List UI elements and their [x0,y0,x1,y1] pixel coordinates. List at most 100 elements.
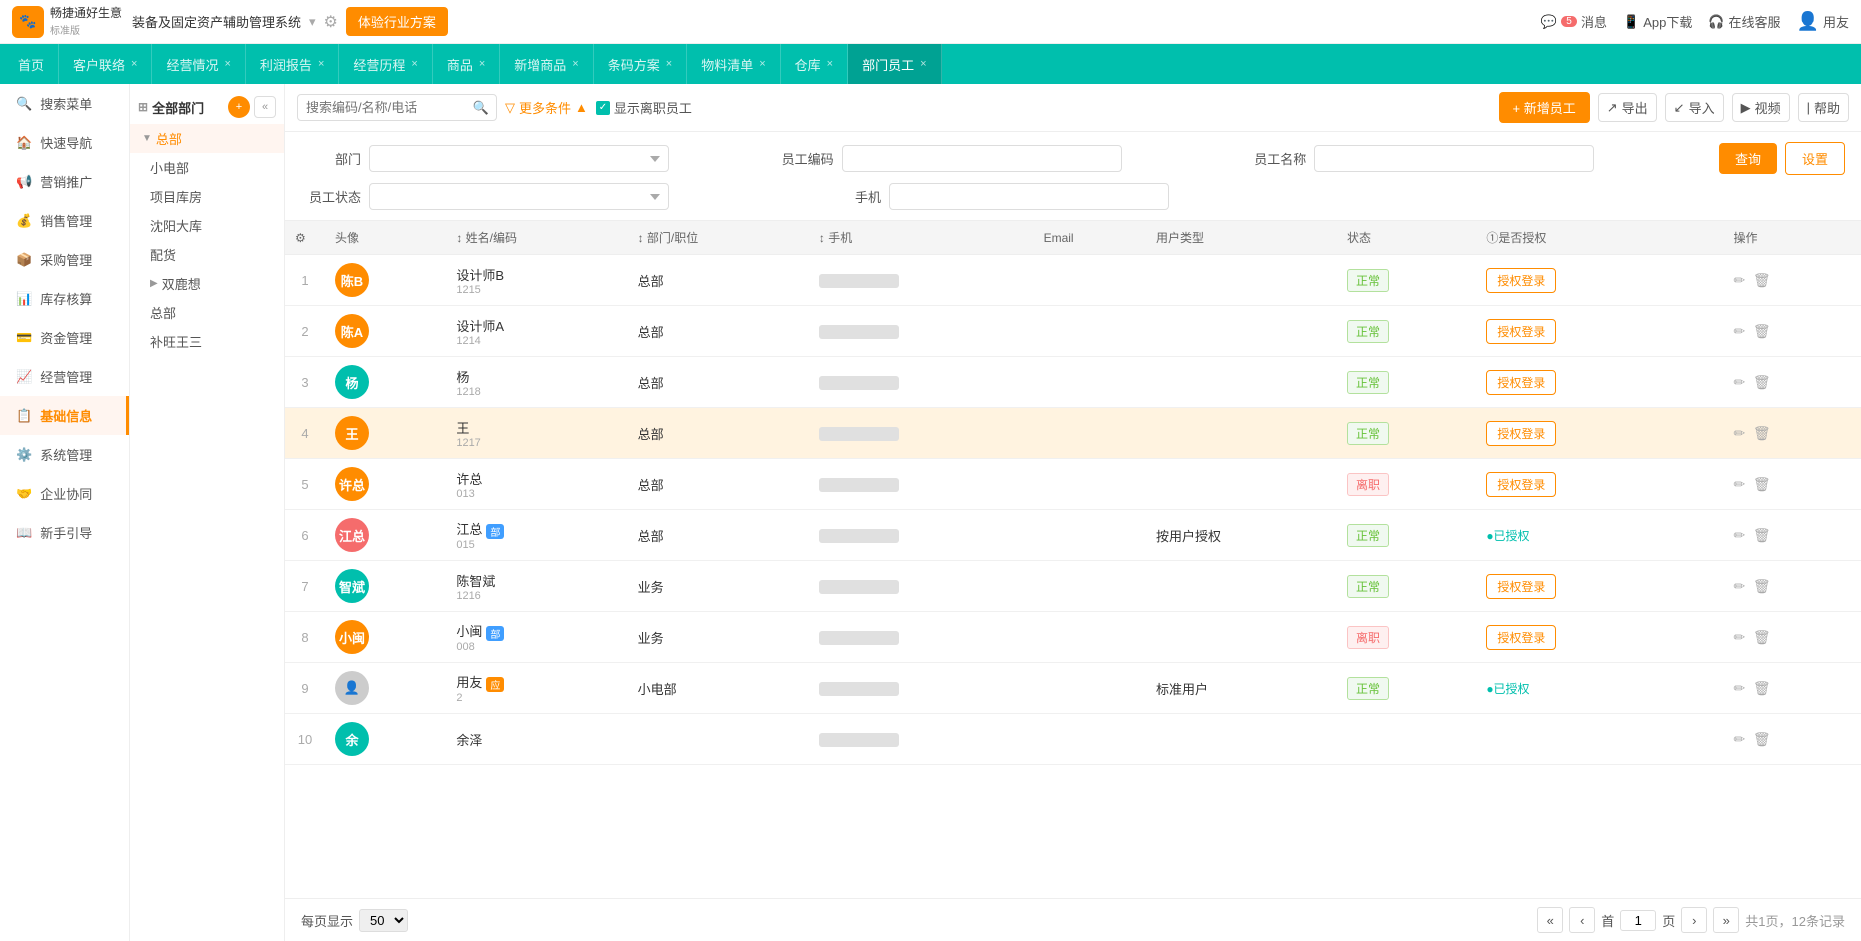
tab-operations[interactable]: 经营情况 × [152,44,245,84]
status-select[interactable] [369,183,669,210]
sidebar-item-basic[interactable]: 📋 基础信息 [0,396,129,435]
auth-button[interactable]: 授权登录 [1486,319,1556,344]
empname-input[interactable] [1314,145,1594,172]
page-size-select[interactable]: 50 [359,909,408,932]
view-btn[interactable]: ▶ 视频 [1732,93,1790,122]
user-item[interactable]: 👤 用友 [1797,11,1849,32]
message-item[interactable]: 💬 5 消息 [1541,12,1607,31]
app-download-item[interactable]: 📱 App下载 [1623,12,1692,31]
dept-node-peihuo[interactable]: 配货 [130,240,284,269]
next-page-btn[interactable]: › [1681,907,1707,933]
search-submit-icon[interactable]: 🔍 [473,100,489,116]
auth-button[interactable]: 授权登录 [1486,421,1556,446]
dropdown-icon[interactable]: ▾ [309,14,316,30]
tab-close-bom[interactable]: × [759,58,765,70]
dept-node-hq-expand[interactable]: ▼ 总部 [130,124,284,153]
edit-btn[interactable]: ✏ [1734,323,1746,339]
delete-btn[interactable]: 🗑 [1753,578,1771,594]
auth-button[interactable]: 授权登录 [1486,574,1556,599]
edit-btn[interactable]: ✏ [1734,731,1746,747]
sidebar-item-system[interactable]: ⚙️ 系统管理 [0,435,129,474]
sidebar-item-sales[interactable]: 💰 销售管理 [0,201,129,240]
page-input[interactable] [1620,910,1656,931]
tab-home[interactable]: 首页 [4,44,59,84]
dept-node-shuanglu[interactable]: ▶ 双鹿想 [130,269,284,298]
tab-add-goods[interactable]: 新增商品 × [500,44,593,84]
search-input[interactable] [297,94,497,121]
edit-btn[interactable]: ✏ [1734,527,1746,543]
delete-btn[interactable]: 🗑 [1753,272,1771,288]
tab-warehouse[interactable]: 仓库 × [781,44,848,84]
trial-button[interactable]: 体验行业方案 [346,7,448,36]
sidebar-item-purchase[interactable]: 📦 采购管理 [0,240,129,279]
dept-node-project[interactable]: 项目库房 [130,182,284,211]
dept-select[interactable] [369,145,669,172]
tab-close-barcode[interactable]: × [666,58,672,70]
sidebar-item-marketing[interactable]: 📢 营销推广 [0,162,129,201]
query-btn[interactable]: 查询 [1719,143,1777,174]
edit-btn[interactable]: ✏ [1734,680,1746,696]
tab-barcode[interactable]: 条码方案 × [594,44,687,84]
export-btn[interactable]: ↗ 导出 [1598,93,1657,122]
tab-bom[interactable]: 物料清单 × [687,44,780,84]
sidebar-item-inventory[interactable]: 📊 库存核算 [0,279,129,318]
delete-btn[interactable]: 🗑 [1753,425,1771,441]
edit-btn[interactable]: ✏ [1734,425,1746,441]
auth-button[interactable]: 授权登录 [1486,472,1556,497]
import-btn[interactable]: ↙ 导入 [1665,93,1724,122]
first-page-btn[interactable]: « [1537,907,1563,933]
sidebar-item-ops[interactable]: 📈 经营管理 [0,357,129,396]
delete-btn[interactable]: 🗑 [1753,476,1771,492]
delete-btn[interactable]: 🗑 [1753,323,1771,339]
tab-close-warehouse[interactable]: × [827,58,833,70]
delete-btn[interactable]: 🗑 [1753,629,1771,645]
th-phone[interactable]: ↕ 手机 [809,221,1034,255]
set-btn[interactable]: 设置 [1785,142,1845,175]
th-settings[interactable]: ⚙ [285,221,325,255]
dept-node-buwangsan[interactable]: 补旺王三 [130,327,284,356]
delete-btn[interactable]: 🗑 [1753,731,1771,747]
auth-button[interactable]: 授权登录 [1486,370,1556,395]
tab-close-profit[interactable]: × [318,58,324,70]
edit-btn[interactable]: ✏ [1734,629,1746,645]
dept-node-shenyang[interactable]: 沈阳大库 [130,211,284,240]
dept-collapse-btn[interactable]: « [254,96,276,118]
tab-department[interactable]: 部门员工 × [848,44,941,84]
sidebar-item-enterprise[interactable]: 🤝 企业协同 [0,474,129,513]
tab-close-history[interactable]: × [411,58,417,70]
edit-btn[interactable]: ✏ [1734,374,1746,390]
dept-tree-title[interactable]: ⊞ 全部部门 [138,98,204,117]
tab-close-goods[interactable]: × [479,58,485,70]
edit-btn[interactable]: ✏ [1734,476,1746,492]
th-name[interactable]: ↕ 姓名/编码 [446,221,627,255]
sidebar-item-guide[interactable]: 📖 新手引导 [0,513,129,552]
tab-profit[interactable]: 利润报告 × [246,44,339,84]
help-btn[interactable]: | 帮助 [1798,93,1849,122]
dept-node-zongbu[interactable]: 总部 [130,298,284,327]
delete-btn[interactable]: 🗑 [1753,680,1771,696]
show-resigned-toggle[interactable]: ✓ 显示离职员工 [596,98,692,117]
empcode-input[interactable] [842,145,1122,172]
delete-btn[interactable]: 🗑 [1753,374,1771,390]
auth-button[interactable]: 授权登录 [1486,268,1556,293]
online-service-item[interactable]: 🎧 在线客服 [1708,12,1780,31]
phone-input[interactable] [889,183,1169,210]
tab-close-operations[interactable]: × [224,58,230,70]
edit-btn[interactable]: ✏ [1734,272,1746,288]
settings-icon[interactable]: ⚙ [324,12,338,32]
tab-goods[interactable]: 商品 × [433,44,500,84]
tab-customer[interactable]: 客户联络 × [59,44,152,84]
dept-node-xiaodian[interactable]: 小电部 [130,153,284,182]
sidebar-item-search[interactable]: 🔍 搜索菜单 [0,84,129,123]
last-page-btn[interactable]: » [1713,907,1739,933]
tab-close-department[interactable]: × [920,58,926,70]
sidebar-item-finance[interactable]: 💳 资金管理 [0,318,129,357]
more-filters-btn[interactable]: ▽ 更多条件 ▲ [505,98,588,117]
dept-add-btn[interactable]: + [228,96,250,118]
add-employee-btn[interactable]: + 新增员工 [1499,92,1590,123]
tab-close-customer[interactable]: × [131,58,137,70]
prev-page-btn[interactable]: ‹ [1569,907,1595,933]
edit-btn[interactable]: ✏ [1734,578,1746,594]
tab-close-add-goods[interactable]: × [572,58,578,70]
sidebar-item-shortcut[interactable]: 🏠 快速导航 [0,123,129,162]
